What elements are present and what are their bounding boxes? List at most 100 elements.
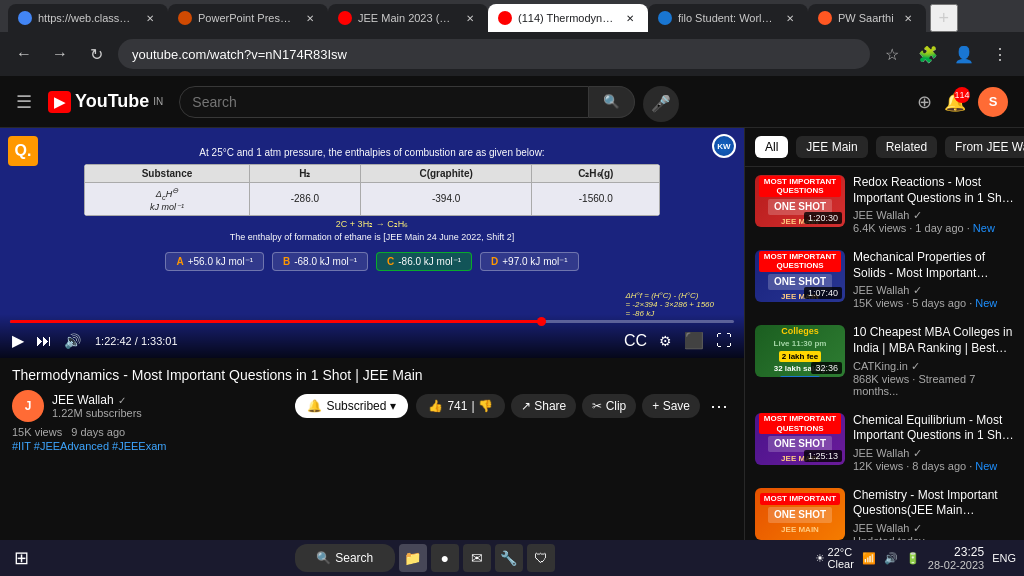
rec-info-2: Mechanical Properties of Solids - Most I… (853, 250, 1014, 309)
rec-meta-1: 6.4K views · 1 day ago · New (853, 222, 1014, 234)
extensions-button[interactable]: 🧩 (914, 40, 942, 68)
recommended-item-2[interactable]: MOST IMPORTANT QUESTIONS ONE SHOT JEE MA… (745, 242, 1024, 317)
option-c: C -86.0 kJ mol⁻¹ (376, 252, 472, 271)
clock-widget: 23:25 28-02-2023 (928, 545, 984, 571)
recommended-item-4[interactable]: MOST IMPORTANT QUESTIONS ONE SHOT JEE MA… (745, 405, 1024, 480)
create-icon[interactable]: ⊕ (917, 91, 932, 113)
rec-info-3: 10 Cheapest MBA Colleges in India | MBA … (853, 325, 1014, 396)
youtube-logo-sup: IN (153, 96, 163, 107)
rec-meta-3: 868K views · Streamed 7 months... (853, 373, 1014, 397)
fullscreen-button[interactable]: ⛶ (714, 330, 734, 352)
channel-name: JEE Wallah ✓ (52, 393, 287, 407)
search-button[interactable]: 🔍 (589, 86, 635, 118)
tab-thermodynamics[interactable]: (114) Thermodynamics - Mo... ✕ (488, 4, 648, 32)
save-button[interactable]: + Save (642, 394, 700, 418)
share-button[interactable]: ↗ Share (511, 394, 576, 418)
recommended-item-3[interactable]: 10 Low Cost MBA Colleges Live 11:30 pm 2… (745, 317, 1024, 404)
profile-button[interactable]: 👤 (950, 40, 978, 68)
address-input[interactable] (118, 39, 870, 69)
sidebar: All JEE Main Related From JEE Wallah › M… (744, 128, 1024, 540)
taskbar-chrome[interactable]: ● (431, 544, 459, 572)
next-button[interactable]: ⏭ (34, 330, 54, 352)
tab-close-btn[interactable]: ✕ (622, 10, 638, 26)
new-tab-button[interactable]: + (930, 4, 958, 32)
tab-favicon (498, 11, 512, 25)
slide-question-text: At 25°C and 1 atm pressure, the enthalpi… (199, 147, 544, 158)
filter-jee-main[interactable]: JEE Main (796, 136, 867, 158)
progress-bar[interactable] (10, 320, 734, 323)
volume-icon: 🔊 (884, 552, 898, 565)
subtitles-button[interactable]: CC (622, 330, 649, 352)
reload-button[interactable]: ↻ (82, 40, 110, 68)
tab-label: PW Saarthi (838, 12, 894, 24)
battery-icon: 🔋 (906, 552, 920, 565)
notifications-bell[interactable]: 🔔 114 (944, 91, 966, 113)
option-b: B -68.0 kJ mol⁻¹ (272, 252, 368, 271)
search-taskbar-button[interactable]: 🔍 Search (295, 544, 395, 572)
filter-bar: All JEE Main Related From JEE Wallah › (745, 128, 1024, 167)
bookmark-button[interactable]: ☆ (878, 40, 906, 68)
rec-title-1: Redox Reactions - Most Important Questio… (853, 175, 1014, 206)
start-button[interactable]: ⊞ (8, 545, 35, 571)
tab-favicon (178, 11, 192, 25)
filter-related[interactable]: Related (876, 136, 937, 158)
hamburger-menu-icon[interactable]: ☰ (16, 91, 32, 113)
tab-close-btn[interactable]: ✕ (782, 10, 798, 26)
main-content: Q. KW At 25°C and 1 atm pressure, the en… (0, 128, 1024, 540)
tab-powerpoint[interactable]: PowerPoint Presentation ✕ (168, 4, 328, 32)
rec-meta-4: 12K views · 8 days ago · New (853, 460, 1014, 472)
taskbar-mail[interactable]: ✉ (463, 544, 491, 572)
more-options-button[interactable]: ⋯ (706, 395, 732, 417)
theater-mode-button[interactable]: ⬛ (682, 329, 706, 352)
filter-from-jee[interactable]: From JEE Wallah (945, 136, 1024, 158)
clip-button[interactable]: ✂ Clip (582, 394, 636, 418)
voice-search-button[interactable]: 🎤 (643, 86, 679, 122)
tab-filo[interactable]: filo Student: World's Only Live... ✕ (648, 4, 808, 32)
rec-title-4: Chemical Equilibrium - Most Important Qu… (853, 413, 1014, 444)
rec-channel-2: JEE Wallah ✓ (853, 284, 1014, 297)
search-input[interactable] (179, 86, 589, 118)
rec-thumb-3: 10 Low Cost MBA Colleges Live 11:30 pm 2… (755, 325, 845, 377)
tab-close-btn[interactable]: ✕ (142, 10, 158, 26)
time-display: 1:22:42 / 1:33:01 (95, 335, 178, 347)
youtube-logo[interactable]: ▶ YouTubeIN (48, 91, 163, 113)
like-button[interactable]: 👍 741 | 👎 (416, 394, 504, 418)
rec-channel-1: JEE Wallah ✓ (853, 209, 1014, 222)
volume-button[interactable]: 🔊 (62, 331, 83, 351)
taskbar-app2[interactable]: 🛡 (527, 544, 555, 572)
tab-pw-saarthi[interactable]: PW Saarthi ✕ (808, 4, 926, 32)
settings-button[interactable]: ⚙ (657, 331, 674, 351)
recommended-item-5[interactable]: MOST IMPORTANT ONE SHOT JEE MAIN Chemist… (745, 480, 1024, 540)
tab-close-btn[interactable]: ✕ (462, 10, 478, 26)
menu-button[interactable]: ⋮ (986, 40, 1014, 68)
weather-desc: Clear (828, 558, 854, 570)
channel-avatar[interactable]: J (12, 390, 44, 422)
tab-classplusapp[interactable]: https://web.classplusapp.com/h... ✕ (8, 4, 168, 32)
weather-info: 22°C Clear (828, 546, 854, 570)
slide-table: Substance H₂ C(graphite) C₂H₆(g) ΔcH⊖kJ … (84, 164, 660, 216)
tab-close-btn[interactable]: ✕ (900, 10, 916, 26)
tab-jee-main[interactable]: JEE Main 2023 (Online) 1st Febr... ✕ (328, 4, 488, 32)
taskbar-explorer[interactable]: 📁 (399, 544, 427, 572)
youtube-container: ☰ ▶ YouTubeIN 🔍 🎤 ⊕ 🔔 114 S (0, 76, 1024, 540)
video-player[interactable]: Q. KW At 25°C and 1 atm pressure, the en… (0, 128, 744, 358)
language-indicator: ENG (992, 552, 1016, 564)
slide-options: A +56.0 kJ mol⁻¹ B -68.0 kJ mol⁻¹ C -86.… (12, 252, 732, 271)
tab-favicon (18, 11, 32, 25)
back-button[interactable]: ← (10, 40, 38, 68)
subscribe-button[interactable]: 🔔 Subscribed ▾ (295, 394, 408, 418)
recommended-item-1[interactable]: MOST IMPORTANT QUESTIONS ONE SHOT JEE MA… (745, 167, 1024, 242)
tab-label: https://web.classplusapp.com/h... (38, 12, 136, 24)
play-button[interactable]: ▶ (10, 329, 26, 352)
channel-row: J JEE Wallah ✓ 1.22M subscribers 🔔 Subsc… (12, 390, 732, 422)
thumb-duration-2: 1:07:40 (804, 287, 842, 299)
taskbar-app1[interactable]: 🔧 (495, 544, 523, 572)
tab-close-btn[interactable]: ✕ (302, 10, 318, 26)
user-avatar[interactable]: S (978, 87, 1008, 117)
slide-answer-text: The enthalpy of formation of ethane is [… (12, 232, 732, 242)
controls-row: ▶ ⏭ 🔊 1:22:42 / 1:33:01 CC ⚙ ⬛ ⛶ (10, 329, 734, 352)
filter-all[interactable]: All (755, 136, 788, 158)
rec-info-1: Redox Reactions - Most Important Questio… (853, 175, 1014, 234)
forward-button[interactable]: → (46, 40, 74, 68)
video-section: Q. KW At 25°C and 1 atm pressure, the en… (0, 128, 744, 540)
